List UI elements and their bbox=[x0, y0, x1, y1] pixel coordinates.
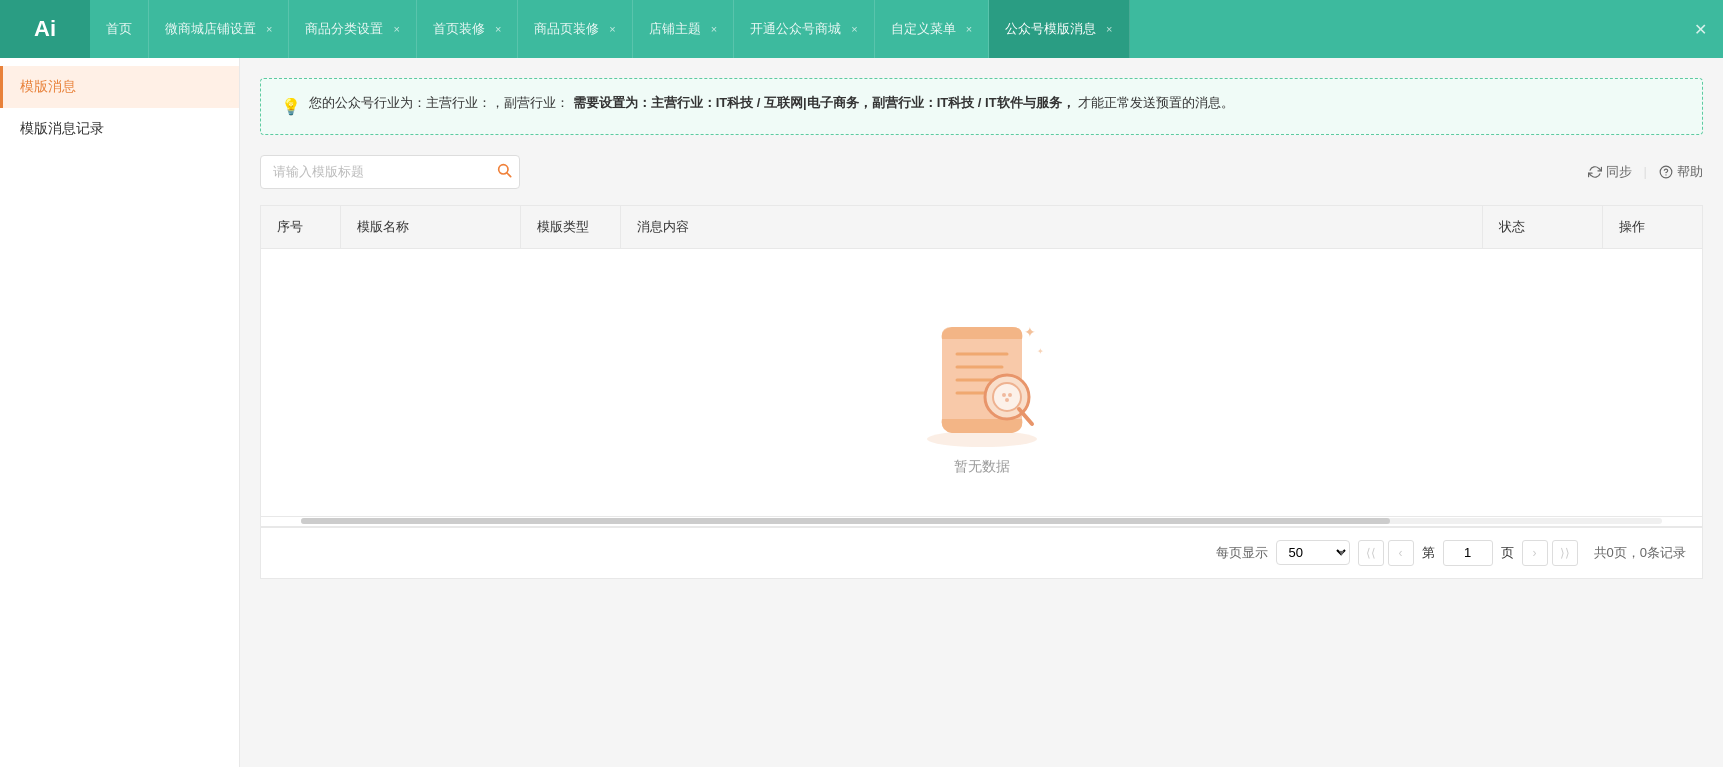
sync-icon bbox=[1588, 165, 1602, 179]
sync-label: 同步 bbox=[1606, 163, 1632, 181]
svg-point-14 bbox=[1005, 398, 1009, 402]
svg-point-10 bbox=[993, 383, 1021, 411]
search-input[interactable] bbox=[260, 155, 520, 189]
nav-tab[interactable]: 商品页装修 × bbox=[518, 0, 632, 58]
prev-page-button[interactable]: ‹ bbox=[1388, 540, 1414, 566]
svg-text:✦: ✦ bbox=[1024, 324, 1036, 340]
tab-close-button[interactable]: × bbox=[1106, 24, 1112, 35]
svg-point-12 bbox=[1002, 393, 1006, 397]
notice-highlight: 需要设置为：主营行业：IT科技 / 互联网|电子商务，副营行业：IT科技 / I… bbox=[573, 95, 1075, 110]
notice-icon: 💡 bbox=[281, 94, 301, 120]
nav-tab[interactable]: 公众号模版消息 × bbox=[989, 0, 1129, 58]
page-label: 第 bbox=[1422, 544, 1435, 562]
help-button[interactable]: 帮助 bbox=[1659, 163, 1703, 181]
nav-tab-label: 自定义菜单 bbox=[891, 20, 956, 38]
divider: | bbox=[1644, 164, 1647, 179]
table-header-status: 状态 bbox=[1483, 205, 1603, 248]
sync-button[interactable]: 同步 bbox=[1588, 163, 1632, 181]
notice-suffix: 才能正常发送预置的消息。 bbox=[1078, 95, 1234, 110]
tab-close-button[interactable]: × bbox=[966, 24, 972, 35]
search-input-wrap bbox=[260, 155, 520, 189]
nav-tab-label: 商品分类设置 bbox=[305, 20, 383, 38]
help-label: 帮助 bbox=[1677, 163, 1703, 181]
nav-tab[interactable]: 开通公众号商城 × bbox=[734, 0, 874, 58]
scrollbar-track bbox=[301, 518, 1662, 524]
nav-tab-label: 店铺主题 bbox=[649, 20, 701, 38]
help-icon bbox=[1659, 165, 1673, 179]
close-all-button[interactable]: ✕ bbox=[1678, 0, 1723, 58]
table-header-name: 模版名称 bbox=[341, 205, 521, 248]
empty-state: ✦ ✦ 暂无数据 bbox=[261, 249, 1702, 516]
svg-point-4 bbox=[927, 431, 1037, 447]
table-header-content: 消息内容 bbox=[621, 205, 1483, 248]
app-logo: Ai bbox=[0, 0, 90, 58]
page-size-select[interactable]: 102050100 bbox=[1276, 540, 1350, 565]
table-header-action: 操作 bbox=[1603, 205, 1703, 248]
svg-point-13 bbox=[1008, 393, 1012, 397]
pagination-total: 共0页，0条记录 bbox=[1594, 544, 1686, 562]
page-size-select-wrap: 102050100 ▾ bbox=[1276, 540, 1350, 565]
per-page-label: 每页显示 bbox=[1216, 544, 1268, 562]
notice-prefix: 您的公众号行业为：主营行业：，副营行业： bbox=[309, 95, 569, 110]
pagination: 每页显示 102050100 ▾ ⟨⟨ ‹ 第 页 › ⟩⟩ 共0页，0条记录 bbox=[260, 527, 1703, 579]
data-table: 序号模版名称模版类型消息内容状态操作 bbox=[260, 205, 1703, 517]
nav-tab-label: 开通公众号商城 bbox=[750, 20, 841, 38]
next-page-button[interactable]: › bbox=[1522, 540, 1548, 566]
nav-tab-label: 首页装修 bbox=[433, 20, 485, 38]
nav-tabs: 首页微商城店铺设置×商品分类设置×首页装修×商品页装修×店铺主题×开通公众号商城… bbox=[90, 0, 1678, 58]
sidebar-item[interactable]: 模版消息记录 bbox=[0, 108, 239, 150]
search-bar: 同步 | 帮助 bbox=[260, 155, 1703, 189]
svg-text:✦: ✦ bbox=[1037, 347, 1044, 356]
nav-tab-label: 公众号模版消息 bbox=[1005, 20, 1096, 38]
table-header-seq: 序号 bbox=[261, 205, 341, 248]
tab-close-button[interactable]: × bbox=[393, 24, 399, 35]
nav-tab-label: 首页 bbox=[106, 20, 132, 38]
tab-close-button[interactable]: × bbox=[495, 24, 501, 35]
nav-tab[interactable]: 商品分类设置 × bbox=[289, 0, 416, 58]
top-navigation: Ai 首页微商城店铺设置×商品分类设置×首页装修×商品页装修×店铺主题×开通公众… bbox=[0, 0, 1723, 58]
nav-tab[interactable]: 首页 bbox=[90, 0, 149, 58]
content-area: 💡 您的公众号行业为：主营行业：，副营行业： 需要设置为：主营行业：IT科技 /… bbox=[240, 58, 1723, 767]
empty-image: ✦ ✦ bbox=[912, 309, 1052, 454]
last-page-button[interactable]: ⟩⟩ bbox=[1552, 540, 1578, 566]
search-button[interactable] bbox=[496, 162, 512, 182]
nav-tab-label: 商品页装修 bbox=[534, 20, 599, 38]
nav-tab[interactable]: 店铺主题 × bbox=[633, 0, 734, 58]
empty-state-row: ✦ ✦ 暂无数据 bbox=[261, 248, 1703, 516]
table-header-type: 模版类型 bbox=[521, 205, 621, 248]
svg-line-1 bbox=[507, 173, 511, 177]
sidebar: 模版消息模版消息记录 bbox=[0, 58, 240, 767]
nav-tab-label: 微商城店铺设置 bbox=[165, 20, 256, 38]
main-layout: 模版消息模版消息记录 💡 您的公众号行业为：主营行业：，副营行业： 需要设置为：… bbox=[0, 58, 1723, 767]
horizontal-scrollbar[interactable] bbox=[260, 517, 1703, 527]
first-page-button[interactable]: ⟨⟨ bbox=[1358, 540, 1384, 566]
scrollbar-thumb bbox=[301, 518, 1390, 524]
table-header-row: 序号模版名称模版类型消息内容状态操作 bbox=[261, 205, 1703, 248]
nav-tab[interactable]: 自定义菜单 × bbox=[875, 0, 989, 58]
nav-tab[interactable]: 首页装修 × bbox=[417, 0, 518, 58]
nav-tab[interactable]: 微商城店铺设置 × bbox=[149, 0, 289, 58]
pagination-nav: ⟨⟨ ‹ 第 页 › ⟩⟩ bbox=[1358, 540, 1578, 566]
search-icon bbox=[496, 162, 512, 178]
table-head: 序号模版名称模版类型消息内容状态操作 bbox=[261, 205, 1703, 248]
tab-close-button[interactable]: × bbox=[609, 24, 615, 35]
tab-close-button[interactable]: × bbox=[851, 24, 857, 35]
empty-illustration: ✦ ✦ bbox=[912, 309, 1052, 454]
tab-close-button[interactable]: × bbox=[711, 24, 717, 35]
tab-close-button[interactable]: × bbox=[266, 24, 272, 35]
empty-text: 暂无数据 bbox=[954, 458, 1010, 476]
notice-text: 您的公众号行业为：主营行业：，副营行业： 需要设置为：主营行业：IT科技 / 互… bbox=[309, 93, 1234, 114]
notice-banner: 💡 您的公众号行业为：主营行业：，副营行业： 需要设置为：主营行业：IT科技 /… bbox=[260, 78, 1703, 135]
page-number-input[interactable] bbox=[1443, 540, 1493, 566]
table-body: ✦ ✦ 暂无数据 bbox=[261, 248, 1703, 516]
sidebar-item[interactable]: 模版消息 bbox=[0, 66, 239, 108]
toolbar-right: 同步 | 帮助 bbox=[1588, 163, 1703, 181]
page-suffix: 页 bbox=[1501, 544, 1514, 562]
